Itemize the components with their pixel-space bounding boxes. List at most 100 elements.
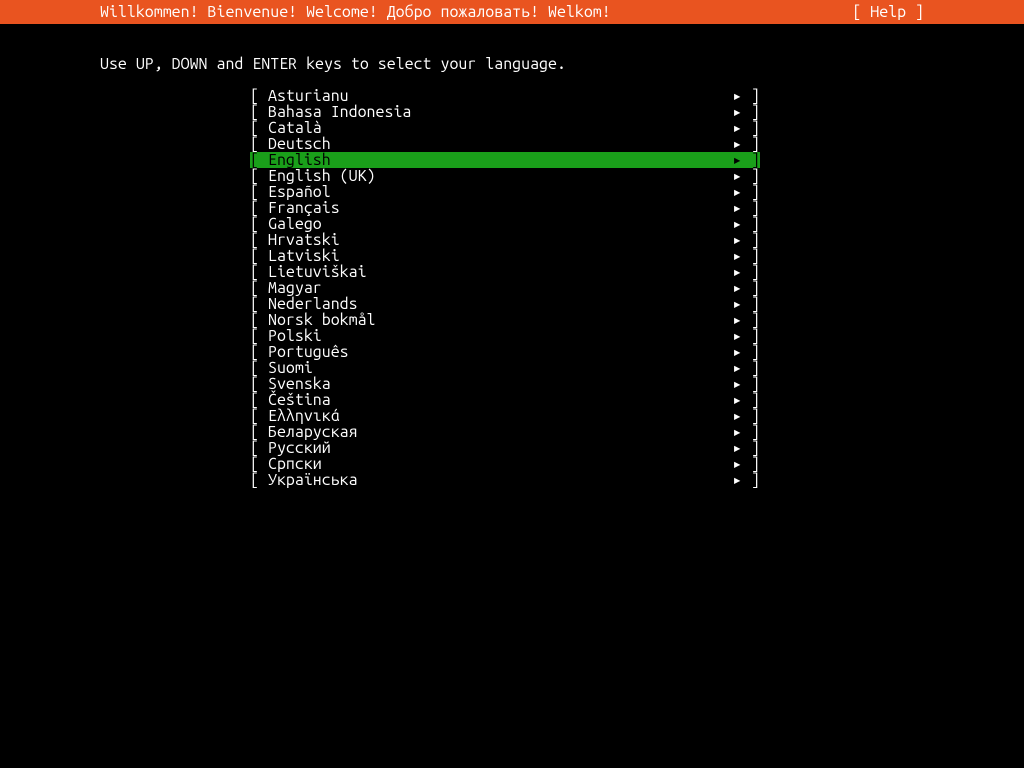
language-option[interactable]: [ Norsk bokmål▸ ] (250, 312, 760, 328)
language-name: Bahasa Indonesia (268, 104, 724, 120)
language-option[interactable]: [ Беларуская▸ ] (250, 424, 760, 440)
language-option[interactable]: [ Ελληνικά▸ ] (250, 408, 760, 424)
language-option[interactable]: [ Polski▸ ] (250, 328, 760, 344)
language-option[interactable]: [ Svenska▸ ] (250, 376, 760, 392)
language-option[interactable]: [ Lietuviškai▸ ] (250, 264, 760, 280)
bracket-right: ] (742, 248, 760, 264)
language-option[interactable]: [ Nederlands▸ ] (250, 296, 760, 312)
language-list[interactable]: [ Asturianu▸ ][ Bahasa Indonesia▸ ][ Cat… (250, 88, 760, 488)
bracket-left: [ (250, 216, 268, 232)
bracket-left: [ (250, 328, 268, 344)
bracket-left: [ (250, 280, 268, 296)
chevron-right-icon: ▸ (724, 152, 742, 168)
language-option[interactable]: [ Hrvatski▸ ] (250, 232, 760, 248)
bracket-left: [ (250, 152, 268, 168)
language-option[interactable]: [ Português▸ ] (250, 344, 760, 360)
content-area: Use UP, DOWN and ENTER keys to select yo… (0, 24, 1024, 488)
language-option[interactable]: [ Español▸ ] (250, 184, 760, 200)
bracket-left: [ (250, 344, 268, 360)
language-option[interactable]: [ Русский▸ ] (250, 440, 760, 456)
bracket-right: ] (742, 264, 760, 280)
chevron-right-icon: ▸ (724, 232, 742, 248)
language-name: English (268, 152, 724, 168)
bracket-left: [ (250, 248, 268, 264)
chevron-right-icon: ▸ (724, 328, 742, 344)
language-option[interactable]: [ Català▸ ] (250, 120, 760, 136)
header-title: Willkommen! Bienvenue! Welcome! Добро по… (100, 4, 611, 20)
chevron-right-icon: ▸ (724, 280, 742, 296)
chevron-right-icon: ▸ (724, 216, 742, 232)
bracket-left: [ (250, 120, 268, 136)
chevron-right-icon: ▸ (724, 104, 742, 120)
language-name: Latviski (268, 248, 724, 264)
bracket-right: ] (742, 232, 760, 248)
language-name: Hrvatski (268, 232, 724, 248)
bracket-left: [ (250, 104, 268, 120)
bracket-right: ] (742, 360, 760, 376)
language-option[interactable]: [ Bahasa Indonesia▸ ] (250, 104, 760, 120)
language-name: Norsk bokmål (268, 312, 724, 328)
language-option[interactable]: [ Čeština▸ ] (250, 392, 760, 408)
language-name: Српски (268, 456, 724, 472)
language-option[interactable]: [ English (UK)▸ ] (250, 168, 760, 184)
language-option[interactable]: [ Українська▸ ] (250, 472, 760, 488)
chevron-right-icon: ▸ (724, 424, 742, 440)
chevron-right-icon: ▸ (724, 440, 742, 456)
instruction-text: Use UP, DOWN and ENTER keys to select yo… (100, 56, 1024, 72)
language-option[interactable]: [ Deutsch▸ ] (250, 136, 760, 152)
language-name: Français (268, 200, 724, 216)
chevron-right-icon: ▸ (724, 184, 742, 200)
bracket-left: [ (250, 264, 268, 280)
language-option[interactable]: [ Asturianu▸ ] (250, 88, 760, 104)
bracket-right: ] (742, 104, 760, 120)
bracket-right: ] (742, 120, 760, 136)
bracket-left: [ (250, 376, 268, 392)
language-name: Magyar (268, 280, 724, 296)
language-option[interactable]: [ Galego▸ ] (250, 216, 760, 232)
chevron-right-icon: ▸ (724, 376, 742, 392)
language-name: Lietuviškai (268, 264, 724, 280)
bracket-left: [ (250, 472, 268, 488)
language-option[interactable]: [ Français▸ ] (250, 200, 760, 216)
chevron-right-icon: ▸ (724, 88, 742, 104)
language-name: Українська (268, 472, 724, 488)
bracket-left: [ (250, 408, 268, 424)
bracket-left: [ (250, 232, 268, 248)
bracket-right: ] (742, 216, 760, 232)
language-name: Русский (268, 440, 724, 456)
bracket-left: [ (250, 184, 268, 200)
bracket-right: ] (742, 440, 760, 456)
chevron-right-icon: ▸ (724, 344, 742, 360)
bracket-left: [ (250, 136, 268, 152)
bracket-right: ] (742, 136, 760, 152)
language-option[interactable]: [ Српски▸ ] (250, 456, 760, 472)
chevron-right-icon: ▸ (724, 456, 742, 472)
bracket-right: ] (742, 312, 760, 328)
language-option[interactable]: [ Suomi▸ ] (250, 360, 760, 376)
bracket-right: ] (742, 424, 760, 440)
chevron-right-icon: ▸ (724, 392, 742, 408)
chevron-right-icon: ▸ (724, 264, 742, 280)
bracket-left: [ (250, 312, 268, 328)
chevron-right-icon: ▸ (724, 360, 742, 376)
bracket-left: [ (250, 440, 268, 456)
bracket-right: ] (742, 376, 760, 392)
chevron-right-icon: ▸ (724, 312, 742, 328)
chevron-right-icon: ▸ (724, 248, 742, 264)
language-name: Беларуская (268, 424, 724, 440)
language-option[interactable]: [ English▸ ] (250, 152, 760, 168)
chevron-right-icon: ▸ (724, 136, 742, 152)
chevron-right-icon: ▸ (724, 200, 742, 216)
language-name: Svenska (268, 376, 724, 392)
language-option[interactable]: [ Magyar▸ ] (250, 280, 760, 296)
chevron-right-icon: ▸ (724, 168, 742, 184)
help-button[interactable]: [ Help ] (852, 4, 924, 20)
chevron-right-icon: ▸ (724, 120, 742, 136)
language-name: Polski (268, 328, 724, 344)
language-option[interactable]: [ Latviski▸ ] (250, 248, 760, 264)
bracket-right: ] (742, 392, 760, 408)
header-bar: Willkommen! Bienvenue! Welcome! Добро по… (0, 0, 1024, 24)
bracket-left: [ (250, 200, 268, 216)
bracket-right: ] (742, 168, 760, 184)
chevron-right-icon: ▸ (724, 408, 742, 424)
